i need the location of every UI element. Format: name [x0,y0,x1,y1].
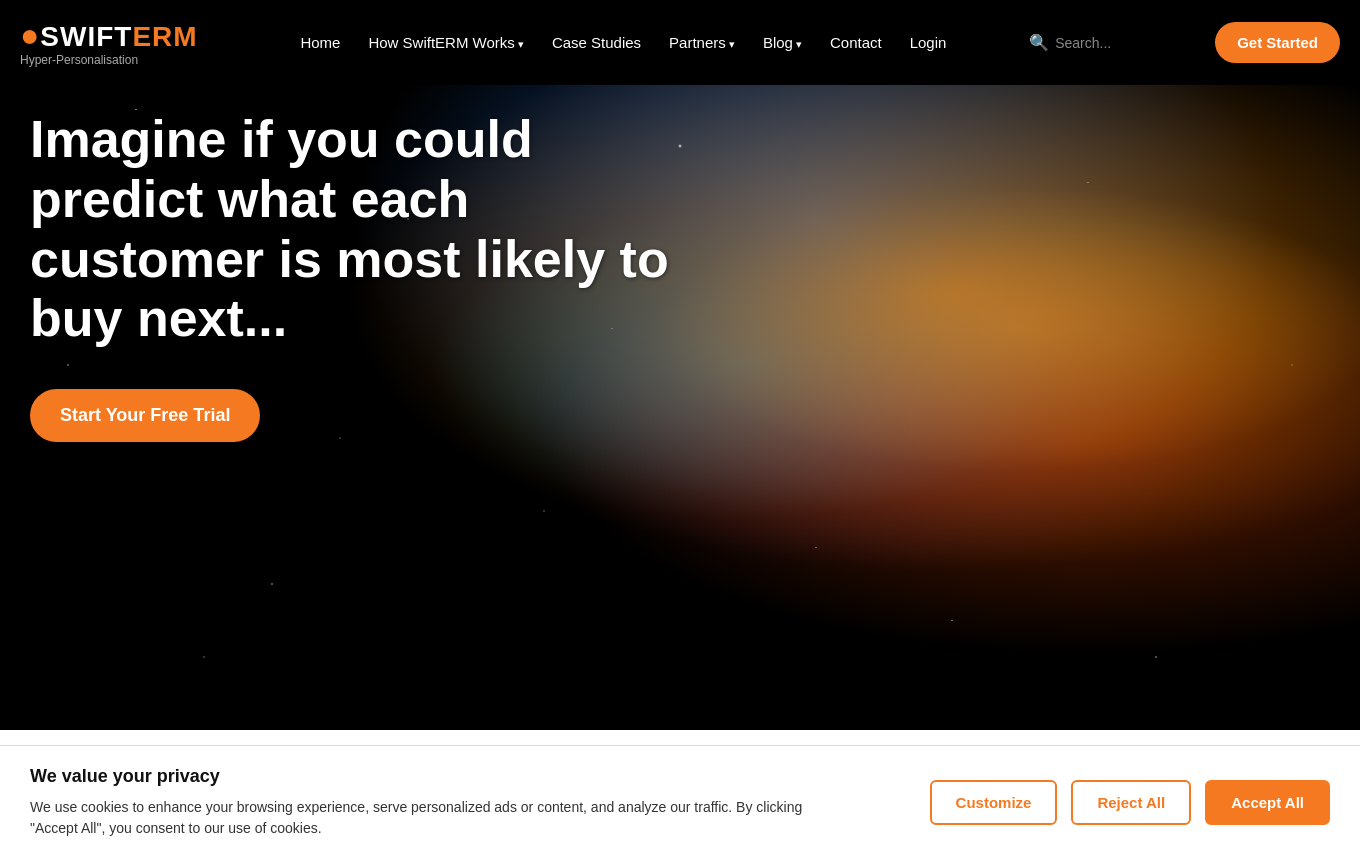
nav-how-it-works[interactable]: How SwiftERM Works [368,34,523,51]
nav-links: Home How SwiftERM Works Case Studies Par… [238,34,1009,51]
search-input[interactable] [1055,35,1195,51]
get-started-button[interactable]: Get Started [1215,22,1340,63]
free-trial-button[interactable]: Start Your Free Trial [30,389,260,442]
logo-swift: SWIFT [40,21,132,52]
cookie-accept-button[interactable]: Accept All [1205,780,1330,825]
logo: ●SWIFTERM [20,19,198,51]
nav-case-studies[interactable]: Case Studies [552,34,641,51]
logo-dot: ● [20,17,40,53]
nav-home[interactable]: Home [300,34,340,51]
nav-login[interactable]: Login [910,34,947,51]
search-area: 🔍 [1029,33,1195,52]
logo-tagline: Hyper-Personalisation [20,53,198,67]
search-icon: 🔍 [1029,33,1049,52]
navigation: ●SWIFTERM Hyper-Personalisation Home How… [0,0,1360,85]
nav-partners[interactable]: Partners [669,34,735,51]
cookie-left: We value your privacy We use cookies to … [30,766,890,839]
cookie-banner: We value your privacy We use cookies to … [0,745,1360,859]
cookie-text: We use cookies to enhance your browsing … [30,797,850,839]
cookie-buttons: Customize Reject All Accept All [930,780,1330,825]
nav-contact[interactable]: Contact [830,34,882,51]
cookie-customize-button[interactable]: Customize [930,780,1058,825]
cookie-reject-button[interactable]: Reject All [1071,780,1191,825]
cookie-banner-inner: We value your privacy We use cookies to … [30,766,1330,839]
logo-erm: ERM [132,21,197,52]
nav-blog[interactable]: Blog [763,34,802,51]
hero-headline: Imagine if you could predict what each c… [30,110,710,349]
cookie-title: We value your privacy [30,766,890,787]
logo-link[interactable]: ●SWIFTERM Hyper-Personalisation [20,19,198,67]
hero-content: Imagine if you could predict what each c… [30,110,710,442]
